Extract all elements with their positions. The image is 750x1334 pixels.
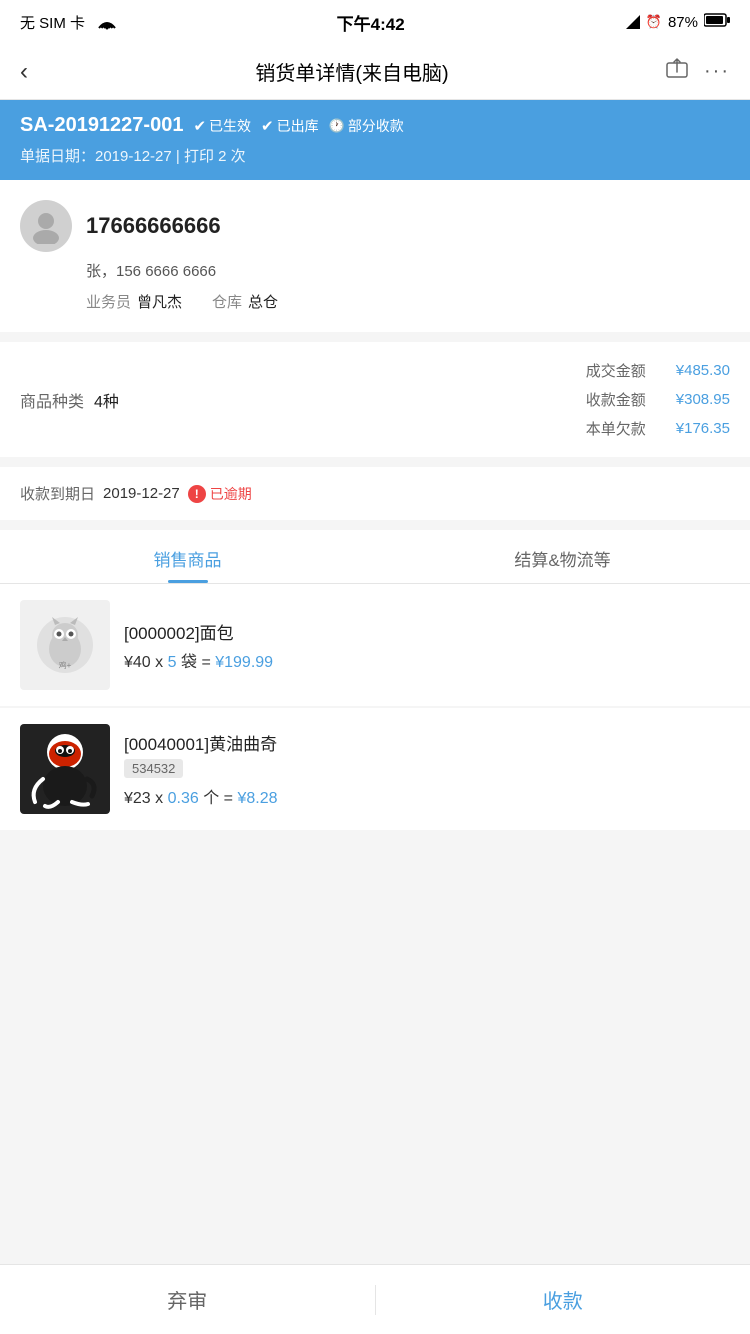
- product-item-2: [00040001]黄油曲奇 534532 ¥23 x 0.36 个 = ¥8.…: [0, 708, 750, 830]
- stats-section: 商品种类 4种 成交金额 ¥485.30 收款金额 ¥308.95 本单欠款 ¥…: [0, 342, 750, 457]
- product-price-1: ¥40 x 5 袋 = ¥199.99: [124, 648, 730, 672]
- svg-text:鸡+: 鸡+: [59, 660, 72, 670]
- tag-effective: ✔ 已生效: [193, 116, 251, 136]
- product-info-1: [0000002]面包 ¥40 x 5 袋 = ¥199.99: [124, 619, 730, 672]
- debt-label: 本单欠款: [586, 418, 646, 439]
- status-bar: 无 SIM 卡 下午4:42 ⏰ 87%: [0, 0, 750, 44]
- debt-value: ¥176.35: [676, 420, 730, 437]
- amount-stats: 成交金额 ¥485.30 收款金额 ¥308.95 本单欠款 ¥176.35: [586, 360, 730, 439]
- battery-icon: [704, 13, 730, 31]
- received-row: 收款金额 ¥308.95: [586, 389, 730, 410]
- staff-value: 曾凡杰: [137, 291, 182, 312]
- product-name-2: [00040001]黄油曲奇: [124, 730, 730, 755]
- amount-label: 成交金额: [586, 360, 646, 381]
- overdue-text: 已逾期: [210, 484, 252, 504]
- product-sku-2: 534532: [124, 759, 730, 784]
- due-date: 2019-12-27: [103, 485, 180, 502]
- received-label: 收款金额: [586, 389, 646, 410]
- tag-shipped: ✔ 已出库: [261, 116, 319, 136]
- order-meta: 单据日期：2019-12-27 | 打印 2 次: [20, 145, 730, 166]
- amount-row: 成交金额 ¥485.30: [586, 360, 730, 381]
- cancel-button[interactable]: 弃审: [0, 1271, 375, 1328]
- received-value: ¥308.95: [676, 391, 730, 408]
- product-total-1: ¥199.99: [215, 654, 273, 671]
- product-item: 鸡+ [0000002]面包 ¥40 x 5 袋 = ¥199.99: [0, 584, 750, 706]
- debt-row: 本单欠款 ¥176.35: [586, 418, 730, 439]
- tab-products[interactable]: 销售商品: [0, 530, 375, 583]
- overdue-badge: ! 已逾期: [188, 484, 252, 504]
- customer-info-row: 业务员 曾凡杰 仓库 总仓: [20, 291, 730, 312]
- status-time: 下午4:42: [337, 10, 405, 35]
- sku-badge: 534532: [124, 759, 183, 778]
- back-button[interactable]: ‹: [20, 58, 28, 86]
- order-id: SA-20191227-001: [20, 114, 183, 137]
- products-section: 鸡+ [0000002]面包 ¥40 x 5 袋 = ¥199.99: [0, 584, 750, 830]
- product-qty-2: 0.36: [168, 790, 199, 807]
- bottom-bar: 弃审 收款: [0, 1264, 750, 1334]
- overdue-icon: !: [188, 485, 206, 503]
- staff-info: 业务员 曾凡杰: [86, 291, 182, 312]
- clock-icon: 🕐: [329, 118, 345, 134]
- product-qty-1: 5: [168, 654, 177, 671]
- nav-bar: ‹ 销货单详情(来自电脑) ···: [0, 44, 750, 100]
- warehouse-value: 总仓: [248, 291, 278, 312]
- page-title: 销货单详情(来自电脑): [38, 57, 666, 86]
- amount-value: ¥485.30: [676, 362, 730, 379]
- check-icon-1: ✔: [193, 117, 206, 135]
- tag-partial: 🕐 部分收款: [329, 116, 404, 136]
- staff-label: 业务员: [86, 291, 131, 312]
- type-label: 商品种类: [20, 388, 84, 412]
- product-total-2: ¥8.28: [237, 790, 277, 807]
- type-value: 4种: [94, 388, 119, 412]
- confirm-button[interactable]: 收款: [376, 1271, 750, 1328]
- battery-percent: 87%: [668, 14, 698, 31]
- customer-section: 17666666666 张，156 6666 6666 业务员 曾凡杰 仓库 总…: [0, 180, 750, 332]
- more-icon[interactable]: ···: [704, 60, 730, 83]
- tabs-section: 销售商品 结算&物流等: [0, 530, 750, 584]
- due-section: 收款到期日 2019-12-27 ! 已逾期: [0, 467, 750, 520]
- tab-logistics[interactable]: 结算&物流等: [375, 530, 750, 583]
- product-price-2: ¥23 x 0.36 个 = ¥8.28: [124, 784, 730, 808]
- customer-phone: 17666666666: [86, 213, 221, 239]
- order-tags: ✔ 已生效 ✔ 已出库 🕐 部分收款: [193, 116, 403, 136]
- due-label: 收款到期日: [20, 483, 95, 504]
- product-thumbnail-2: [20, 724, 110, 814]
- customer-avatar: [20, 200, 72, 252]
- nav-actions: ···: [666, 58, 730, 86]
- product-info-2: [00040001]黄油曲奇 534532 ¥23 x 0.36 个 = ¥8.…: [124, 730, 730, 808]
- customer-name-detail: 张，156 6666 6666: [20, 260, 730, 281]
- status-left: 无 SIM 卡: [20, 12, 116, 33]
- order-header: SA-20191227-001 ✔ 已生效 ✔ 已出库 🕐 部分收款 单据日期：…: [0, 100, 750, 180]
- share-icon[interactable]: [666, 58, 688, 86]
- product-name-1: [0000002]面包: [124, 619, 730, 644]
- warehouse-info: 仓库 总仓: [212, 291, 278, 312]
- product-thumbnail-1: 鸡+: [20, 600, 110, 690]
- check-icon-2: ✔: [261, 117, 274, 135]
- status-right: ⏰ 87%: [626, 13, 730, 31]
- warehouse-label: 仓库: [212, 291, 242, 312]
- product-count: 商品种类 4种: [20, 360, 119, 439]
